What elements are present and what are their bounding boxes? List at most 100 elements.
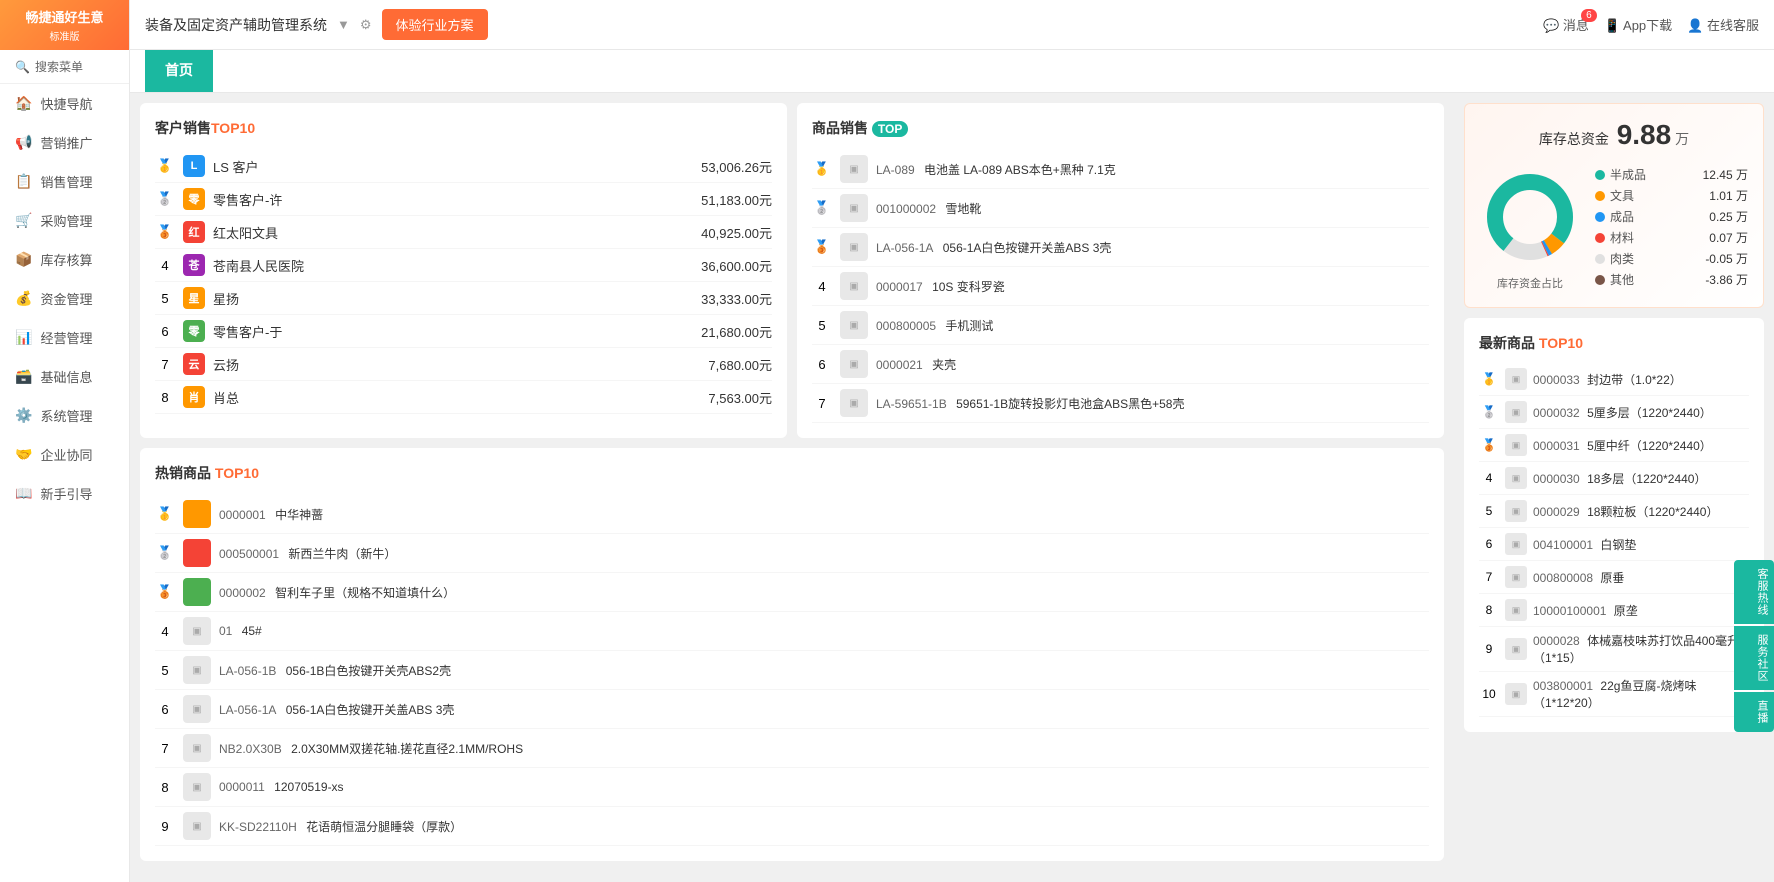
new-prod-info: 0000029 18颗粒板（1220*2440） <box>1533 503 1749 520</box>
prod-icon: ▣ <box>183 617 211 645</box>
new-products-title: 最新商品 TOP10 <box>1479 333 1749 353</box>
settings-icon[interactable]: ⚙ <box>360 17 372 33</box>
new-prod-medal: 5 <box>1479 504 1499 518</box>
top-section: 客户销售TOP10 🥇 L LS 客户 53,006.26元 🥈 零 零售客户-… <box>140 103 1444 438</box>
float-btn-live[interactable]: 直播 <box>1734 692 1774 732</box>
nav-icon: 📊 <box>15 329 32 346</box>
product-sales-title: 商品销售 TOP <box>812 118 1429 138</box>
prod-icon: ▣ <box>183 656 211 684</box>
nav-label: 新手引导 <box>40 484 92 503</box>
rank-number: 9 <box>1486 642 1493 656</box>
prod-medal: 5 <box>155 663 175 678</box>
prod-code: LA-089 <box>876 163 915 177</box>
new-prod-icon: ▣ <box>1505 401 1527 423</box>
prod-row: 5 ▣ LA-056-1B 056-1B白色按键开关壳ABS2壳 <box>155 651 1429 690</box>
rank-number: 8 <box>1486 603 1493 617</box>
message-badge[interactable]: 💬 消息 6 <box>1543 15 1589 34</box>
nav-icon: 📖 <box>15 485 32 502</box>
new-prod-info: 003800001 22g鱼豆腐-烧烤味（1*12*20） <box>1533 677 1749 711</box>
trial-btn[interactable]: 体验行业方案 <box>382 9 488 40</box>
prod-info: 000500001 新西兰牛肉（新牛） <box>219 545 1429 562</box>
topbar-right: 💬 消息 6 📱 App下载 👤 在线客服 <box>1543 15 1759 34</box>
new-prod-name: 18多层（1220*2440） <box>1587 472 1706 486</box>
medal-silver: 🥈 <box>814 200 830 215</box>
prod-medal: 9 <box>155 819 175 834</box>
rank-row: 8 肖 肖总 7,563.00元 <box>155 381 772 414</box>
prod-row: 7 ▣ LA-59651-1B 59651-1B旋转投影灯电池盒ABS黑色+58… <box>812 384 1429 423</box>
rank-number: 7 <box>161 357 168 372</box>
rank-name: 云扬 <box>213 355 708 374</box>
nav-label: 企业协同 <box>40 445 92 464</box>
prod-img <box>183 578 211 606</box>
prod-name: 2.0X30MM双搓花轴.搓花直径2.1MM/ROHS <box>291 742 523 756</box>
nav-icon: 🤝 <box>15 446 32 463</box>
new-prod-info: 10000100001 原垄 <box>1533 602 1749 619</box>
prod-img <box>183 539 211 567</box>
legend-value: 1.01 万 <box>1709 187 1748 204</box>
nav-label: 经营管理 <box>40 328 92 347</box>
rank-medal: 5 <box>155 291 175 306</box>
new-prod-info: 0000031 5厘中纤（1220*2440） <box>1533 437 1749 454</box>
float-btn-service[interactable]: 客服热线 <box>1734 560 1774 624</box>
new-prod-medal: 🥈 <box>1479 405 1499 419</box>
tab-home[interactable]: 首页 <box>145 50 213 92</box>
prod-row: 🥈 ▣ 001000002 雪地靴 <box>812 189 1429 228</box>
prod-info: 000800005 手机测试 <box>876 317 1429 334</box>
prod-code: 001000002 <box>876 202 936 216</box>
new-prod-info: 000800008 原垂 <box>1533 569 1749 586</box>
prod-info: 0000021 夹壳 <box>876 356 1429 373</box>
new-prod-name: 白钢垫 <box>1600 538 1636 552</box>
sidebar-item-采购管理[interactable]: 🛒采购管理 <box>0 201 129 240</box>
prod-code: LA-59651-1B <box>876 397 947 411</box>
rank-medal: 🥇 <box>155 158 175 174</box>
sidebar-item-销售管理[interactable]: 📋销售管理 <box>0 162 129 201</box>
inventory-legend: 半成品 12.45 万 文具 1.01 万 成品 0.25 万 材料 0.07 … <box>1595 166 1748 292</box>
rank-number: 5 <box>161 663 168 678</box>
online-service[interactable]: 👤 在线客服 <box>1687 15 1759 34</box>
prod-name: 12070519-xs <box>274 780 343 794</box>
legend-dot <box>1595 212 1605 222</box>
sidebar-item-快捷导航[interactable]: 🏠快捷导航 <box>0 84 129 123</box>
left-panel: 客户销售TOP10 🥇 L LS 客户 53,006.26元 🥈 零 零售客户-… <box>130 93 1454 882</box>
sidebar-item-营销推广[interactable]: 📢营销推广 <box>0 123 129 162</box>
dropdown-arrow[interactable]: ▼ <box>337 17 350 32</box>
sidebar-nav: 🏠快捷导航📢营销推广📋销售管理🛒采购管理📦库存核算💰资金管理 📊 经营管理 🗃️基础信… <box>0 84 129 513</box>
rank-name: 苍南县人民医院 <box>213 256 701 275</box>
prod-info: 0000017 10S 变科罗瓷 <box>876 278 1429 295</box>
search-menu-btn[interactable]: 🔍 搜索菜单 <box>0 50 129 84</box>
prod-code: 000800005 <box>876 319 936 333</box>
sidebar-item-基础信息[interactable]: 🗃️基础信息 <box>0 357 129 396</box>
rank-avatar: 红 <box>183 221 205 243</box>
system-name: 装备及固定资产辅助管理系统 <box>145 15 327 35</box>
sidebar-item-经营管理[interactable]: 📊 经营管理 <box>0 318 129 357</box>
rank-medal: 4 <box>155 258 175 273</box>
new-prod-icon: ▣ <box>1505 500 1527 522</box>
new-prod-info: 0000030 18多层（1220*2440） <box>1533 470 1749 487</box>
sidebar-logo: 畅捷通好生意 标准版 <box>0 0 129 50</box>
rank-medal: 8 <box>155 390 175 405</box>
prod-row: 🥈 000500001 新西兰牛肉（新牛） <box>155 534 1429 573</box>
sidebar-item-资金管理[interactable]: 💰资金管理 <box>0 279 129 318</box>
prod-code: 0000002 <box>219 586 266 600</box>
phone-icon: 📱 <box>1604 18 1620 33</box>
nav-icon: 🛒 <box>15 212 32 229</box>
new-prod-code: 0000028 <box>1533 634 1580 648</box>
prod-medal: 6 <box>155 702 175 717</box>
nav-label: 营销推广 <box>40 133 92 152</box>
medal-bronze: 🥉 <box>157 224 173 239</box>
sidebar-item-系统管理[interactable]: ⚙️系统管理 <box>0 396 129 435</box>
medal-gold: 🥇 <box>1482 372 1497 386</box>
rank-row: 🥈 零 零售客户-许 51,183.00元 <box>155 183 772 216</box>
new-prod-row: 6 ▣ 004100001 白钢垫 <box>1479 528 1749 561</box>
sidebar-item-企业协同[interactable]: 🤝 企业协同 <box>0 435 129 474</box>
app-download[interactable]: 📱 App下载 <box>1604 15 1672 34</box>
topbar-left: 装备及固定资产辅助管理系统 ▼ ⚙ 体验行业方案 <box>145 9 488 40</box>
float-btn-community[interactable]: 服务社区 <box>1734 626 1774 690</box>
legend-label: 其他 <box>1610 271 1705 288</box>
prod-icon: ▣ <box>840 350 868 378</box>
legend-item: 文具 1.01 万 <box>1595 187 1748 204</box>
sidebar-item-新手引导[interactable]: 📖 新手引导 <box>0 474 129 513</box>
prod-row: 6 ▣ 0000021 夹壳 <box>812 345 1429 384</box>
prod-info: NB2.0X30B 2.0X30MM双搓花轴.搓花直径2.1MM/ROHS <box>219 740 1429 757</box>
sidebar-item-库存核算[interactable]: 📦库存核算 <box>0 240 129 279</box>
